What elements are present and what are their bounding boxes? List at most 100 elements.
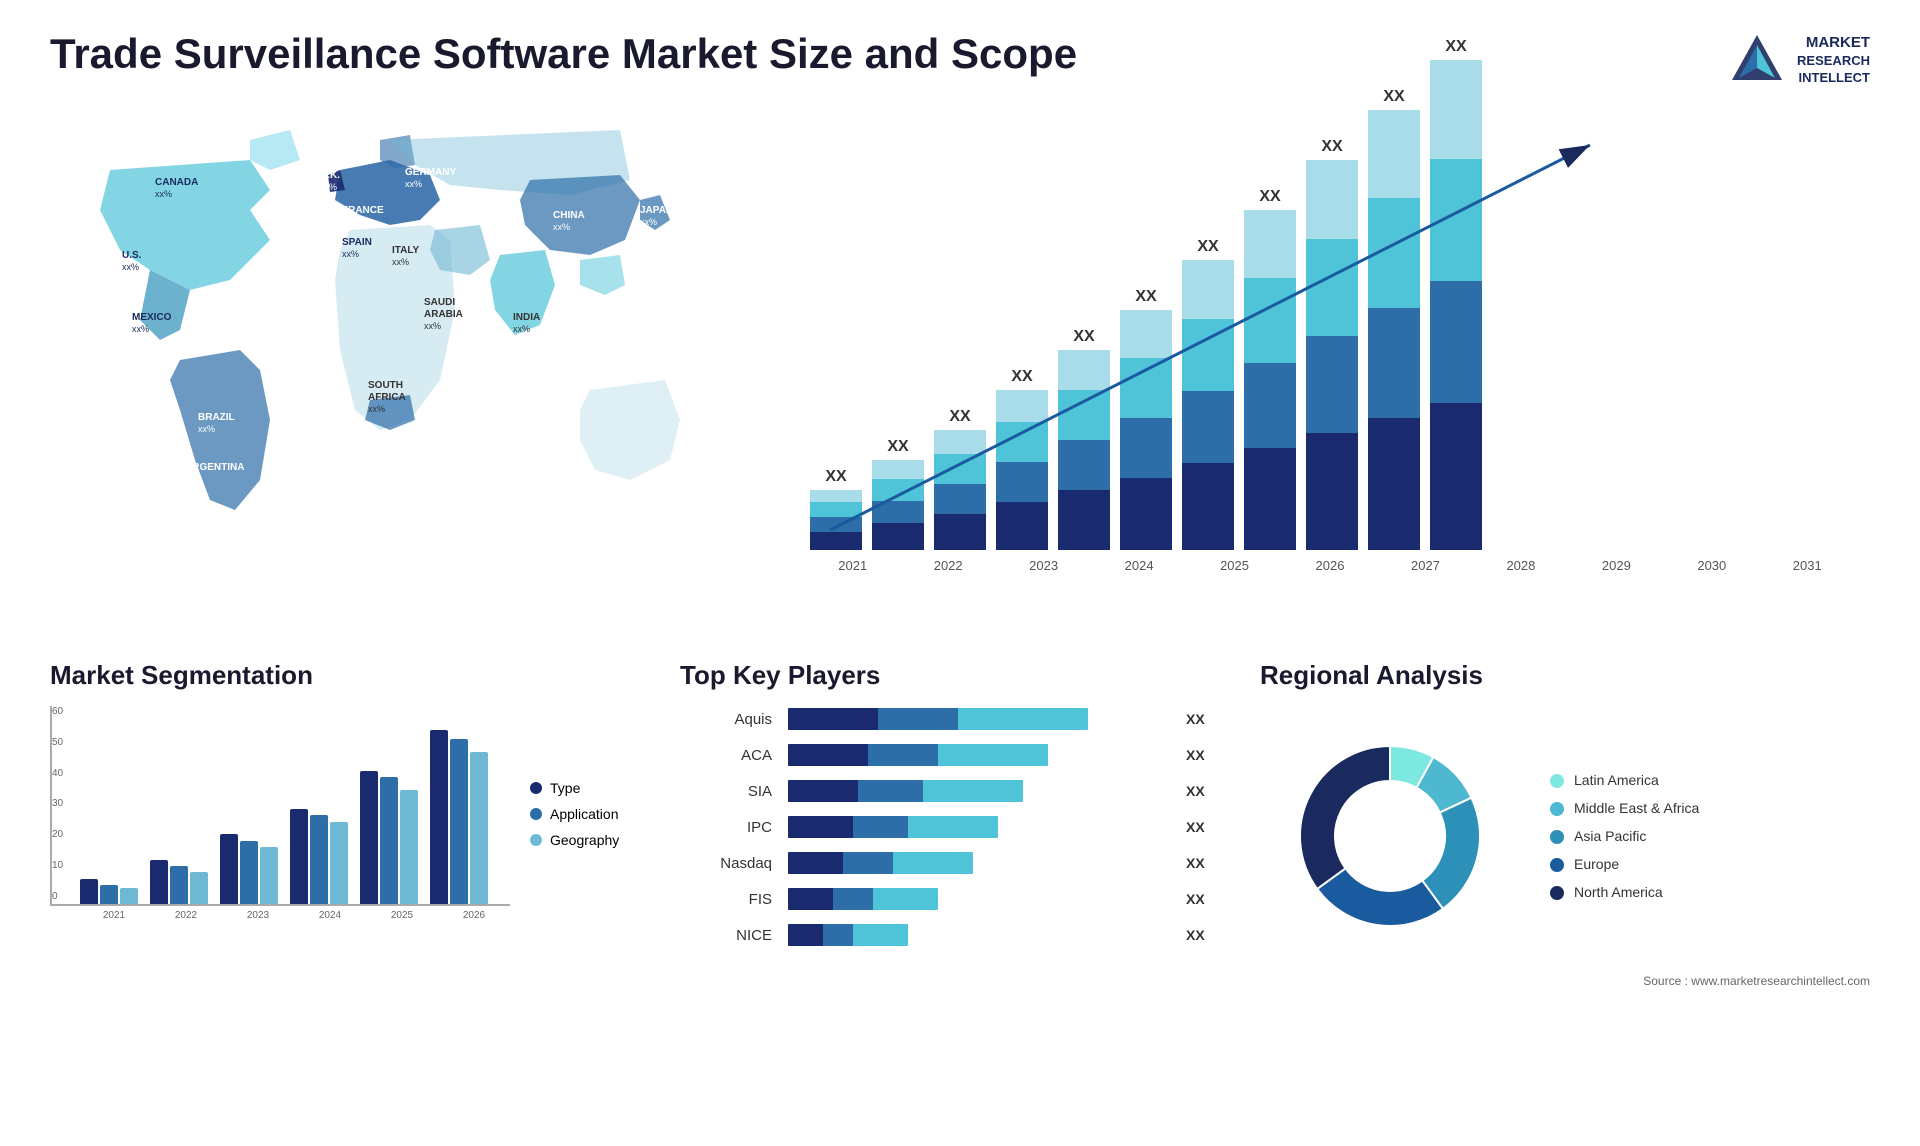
- bar-segment: [1244, 278, 1296, 363]
- bar-segment: [872, 523, 924, 550]
- bar-value: XX: [1135, 288, 1156, 306]
- player-bar-segment: [938, 744, 1048, 766]
- bar-group: XX: [1430, 38, 1482, 550]
- bar-group: XX: [934, 408, 986, 550]
- svg-text:U.S.: U.S.: [122, 250, 142, 261]
- player-name: Aquis: [680, 711, 780, 728]
- svg-text:xx%: xx%: [640, 217, 657, 227]
- bar-segment: [872, 460, 924, 479]
- seg-legend-item: Geography: [530, 832, 650, 848]
- svg-text:ARGENTINA: ARGENTINA: [185, 462, 244, 473]
- player-bar: [788, 708, 1088, 730]
- donut-container: Latin AmericaMiddle East & AfricaAsia Pa…: [1260, 706, 1870, 966]
- seg-legend-item: Type: [530, 780, 650, 796]
- bar-segment: [1430, 159, 1482, 281]
- bar-stack: [934, 430, 986, 550]
- bar-segment: [996, 390, 1048, 422]
- bar-stack: [1182, 260, 1234, 550]
- bottom-grid: Market Segmentation 0 10 20 30 40 50: [50, 660, 1870, 988]
- bar-group: XX: [1182, 238, 1234, 550]
- bar-value: XX: [1321, 138, 1342, 156]
- player-bar: [788, 888, 938, 910]
- seg-bar: [430, 730, 448, 904]
- seg-bar: [240, 841, 258, 904]
- svg-text:SPAIN: SPAIN: [342, 237, 372, 248]
- player-bar-segment: [788, 924, 823, 946]
- seg-bar: [400, 790, 418, 904]
- seg-bar: [470, 752, 488, 904]
- bar-group: XX: [1306, 138, 1358, 550]
- player-bar-segment: [923, 780, 1023, 802]
- svg-text:BRAZIL: BRAZIL: [198, 412, 235, 423]
- player-row: ACAXX: [680, 742, 1230, 768]
- bar-stack: [1306, 160, 1358, 550]
- seg-bar: [260, 847, 278, 904]
- donut-segment: [1300, 746, 1390, 889]
- bar-year-label: 2029: [1574, 558, 1659, 573]
- bar-year-label: 2028: [1478, 558, 1563, 573]
- player-bar-segment: [788, 708, 878, 730]
- seg-bar: [170, 866, 188, 904]
- main-grid: CANADA xx% U.S. xx% MEXICO xx% BRAZIL xx…: [50, 110, 1870, 988]
- region-legend-label: Europe: [1574, 856, 1619, 872]
- seg-bar-group: [290, 809, 348, 904]
- bar-segment: [1120, 310, 1172, 358]
- bar-year-label: 2030: [1669, 558, 1754, 573]
- player-bar: [788, 816, 998, 838]
- seg-bar-group: [430, 730, 488, 904]
- seg-bar-group: [150, 860, 208, 904]
- bar-value: XX: [1445, 38, 1466, 56]
- svg-text:xx%: xx%: [185, 474, 202, 484]
- bar-group: XX: [996, 368, 1048, 550]
- svg-text:xx%: xx%: [513, 324, 530, 334]
- player-value: XX: [1180, 891, 1230, 907]
- bar-segment: [1306, 336, 1358, 433]
- player-row: NICEXX: [680, 922, 1230, 948]
- bar-group: XX: [1120, 288, 1172, 550]
- bar-segment: [1430, 403, 1482, 550]
- seg-bars: [80, 730, 505, 904]
- seg-bar-group: [220, 834, 278, 904]
- player-bar-segment: [788, 888, 833, 910]
- bar-x-labels: 2021202220232024202520262027202820292030…: [810, 558, 1850, 573]
- svg-text:ARABIA: ARABIA: [424, 309, 463, 320]
- seg-bar: [290, 809, 308, 904]
- seg-bar: [360, 771, 378, 904]
- bar-group: XX: [1368, 88, 1420, 550]
- bar-year-label: 2021: [810, 558, 895, 573]
- player-bar-segment: [868, 744, 938, 766]
- seg-x-label: 2023: [222, 910, 294, 921]
- region-legend-dot: [1550, 830, 1564, 844]
- svg-text:xx%: xx%: [392, 257, 409, 267]
- bar-value: XX: [1259, 188, 1280, 206]
- svg-text:xx%: xx%: [198, 424, 215, 434]
- regional-section: Regional Analysis Latin AmericaMiddle Ea…: [1260, 660, 1870, 988]
- player-value: XX: [1180, 819, 1230, 835]
- bar-segment: [934, 430, 986, 454]
- svg-text:FRANCE: FRANCE: [342, 205, 384, 216]
- seg-legend-label: Application: [550, 806, 619, 822]
- bar-segment: [996, 502, 1048, 550]
- region-legend-dot: [1550, 886, 1564, 900]
- bar-segment: [1120, 358, 1172, 418]
- player-bar-segment: [893, 852, 973, 874]
- seg-x-labels: 202120222023202420252026: [50, 910, 510, 921]
- bar-group: XX: [1058, 328, 1110, 550]
- bar-value: XX: [1197, 238, 1218, 256]
- player-bar-segment: [788, 744, 868, 766]
- region-legend-item: Latin America: [1550, 772, 1699, 788]
- segmentation-title: Market Segmentation: [50, 660, 650, 691]
- seg-bar: [80, 879, 98, 904]
- seg-legend-dot: [530, 808, 542, 820]
- player-bar-container: [788, 886, 1172, 912]
- region-legend: Latin AmericaMiddle East & AfricaAsia Pa…: [1550, 772, 1699, 900]
- player-bar-segment: [958, 708, 1088, 730]
- donut-segment: [1317, 868, 1443, 926]
- player-bar-container: [788, 850, 1172, 876]
- seg-content: 0 10 20 30 40 50 60: [50, 706, 650, 921]
- bars-container: XXXXXXXXXXXXXXXXXXXXXX: [810, 130, 1850, 550]
- seg-bar: [330, 822, 348, 904]
- bar-segment: [810, 502, 862, 517]
- bar-segment: [872, 501, 924, 523]
- region-legend-item: Europe: [1550, 856, 1699, 872]
